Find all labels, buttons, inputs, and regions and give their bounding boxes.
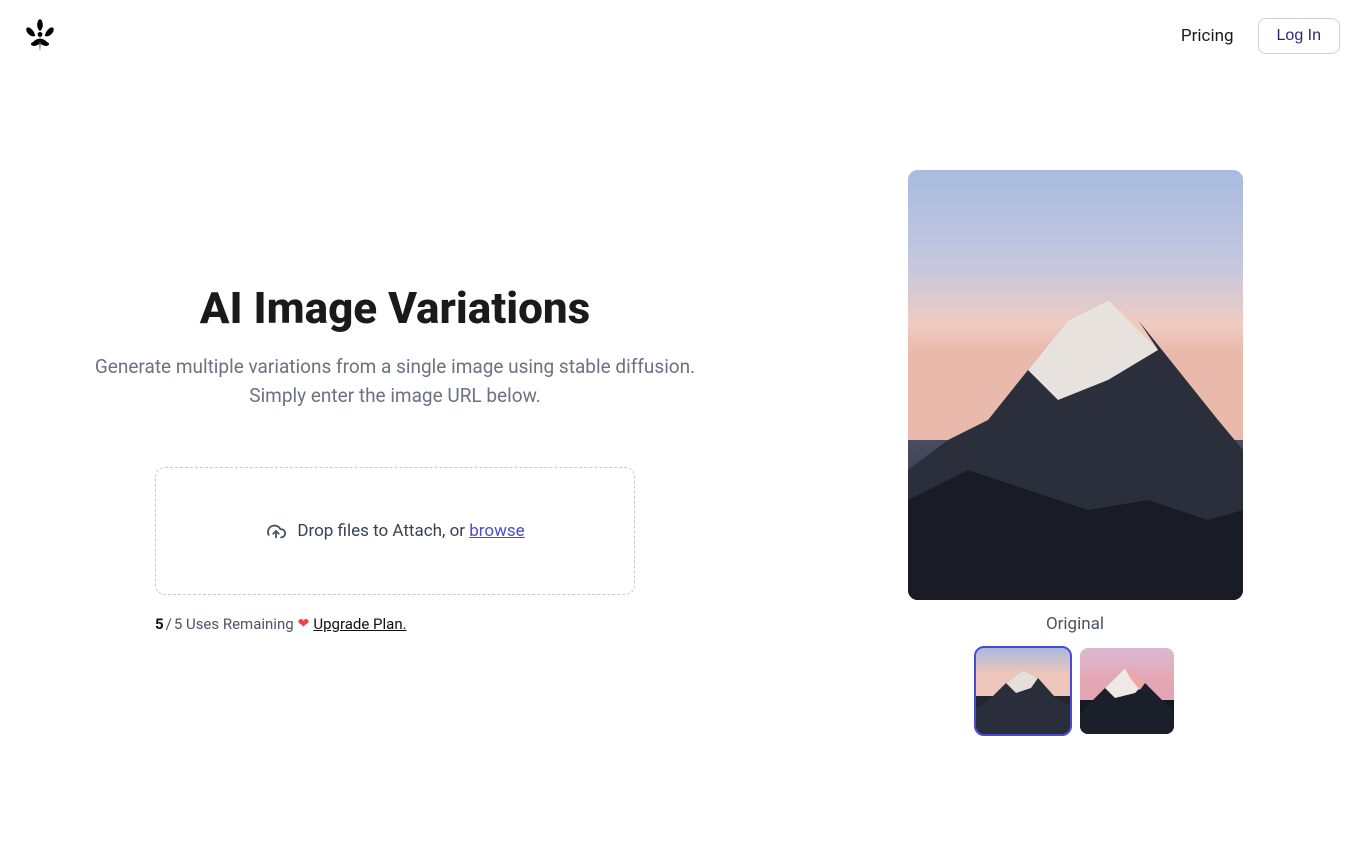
pricing-link[interactable]: Pricing — [1181, 26, 1234, 46]
preview-label: Original — [1046, 614, 1104, 634]
left-section: AI Image Variations Generate multiple va… — [20, 122, 770, 734]
usage-separator: / — [166, 615, 172, 633]
login-button[interactable]: Log In — [1258, 18, 1340, 54]
header: Pricing Log In — [0, 0, 1360, 72]
mountain-thumb-1-icon — [976, 648, 1070, 734]
upgrade-plan-link[interactable]: Upgrade Plan. — [313, 615, 406, 633]
usage-current: 5 — [155, 615, 164, 633]
flower-logo-icon — [20, 16, 60, 56]
thumbnail-1[interactable] — [976, 648, 1070, 734]
usage-row: 5/5 Uses Remaining❤Upgrade Plan. — [155, 615, 635, 633]
logo[interactable] — [20, 16, 60, 56]
mountain-thumb-2-icon — [1080, 648, 1174, 734]
thumbnail-2[interactable] — [1080, 648, 1174, 734]
thumbnail-row — [976, 648, 1174, 734]
nav-right: Pricing Log In — [1181, 18, 1340, 54]
dropzone-prefix: Drop files to Attach, or — [297, 521, 469, 541]
browse-link[interactable]: browse — [469, 521, 524, 541]
right-section: Original — [810, 122, 1340, 734]
page-title: AI Image Variations — [200, 282, 591, 334]
dropzone-text: Drop files to Attach, or browse — [297, 521, 524, 541]
cloud-upload-icon — [265, 520, 287, 542]
mountain-illustration — [908, 170, 1243, 600]
usage-total: 5 Uses Remaining — [174, 615, 294, 633]
heart-icon: ❤ — [298, 616, 310, 632]
file-dropzone[interactable]: Drop files to Attach, or browse — [155, 467, 635, 595]
preview-image — [908, 170, 1243, 600]
main-container: AI Image Variations Generate multiple va… — [0, 122, 1360, 734]
page-subtitle: Generate multiple variations from a sing… — [75, 352, 715, 411]
